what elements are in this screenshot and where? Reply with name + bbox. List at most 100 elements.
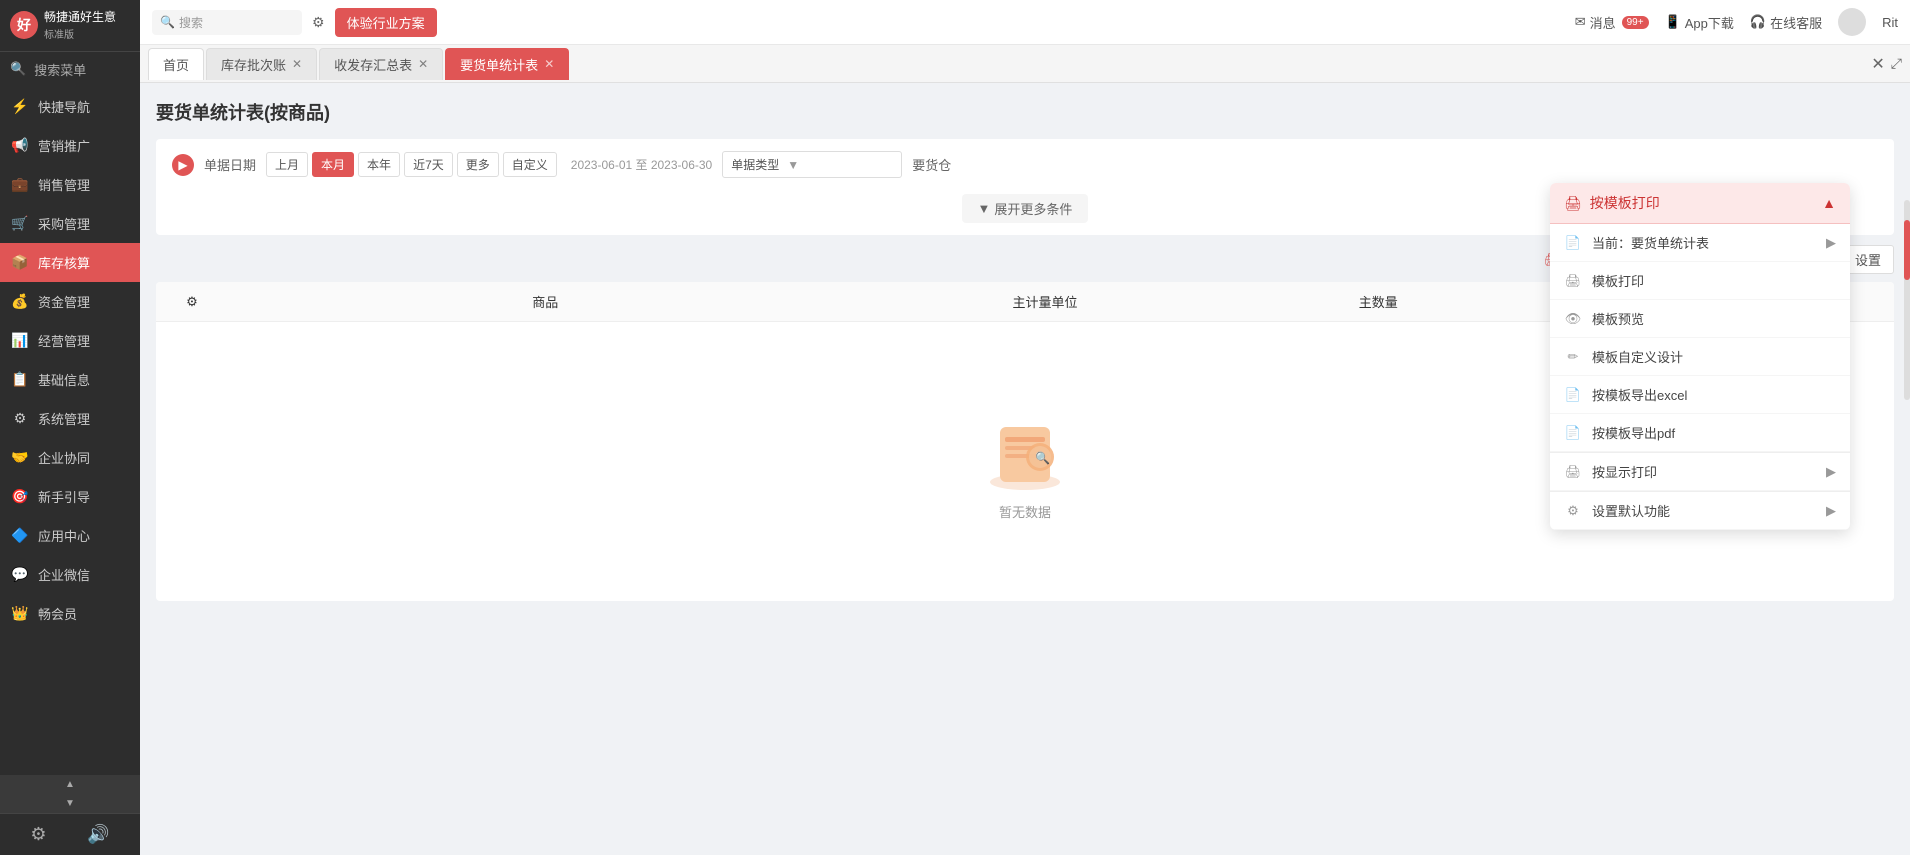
sidebar-item-newbie[interactable]: 🎯 新手引导 — [0, 477, 140, 516]
filter-expand-btn[interactable]: ▶ — [172, 154, 194, 176]
template-preview-icon: 👁 — [1564, 311, 1582, 327]
tab-label-receipt-summary: 收发存汇总表 — [334, 55, 412, 74]
right-scrollbar[interactable] — [1904, 200, 1910, 400]
user-avatar[interactable] — [1838, 8, 1866, 36]
sidebar-item-member[interactable]: 👑 畅会员 — [0, 594, 140, 633]
sidebar-item-sales[interactable]: 💼 销售管理 — [0, 165, 140, 204]
dropdown-item-template-print[interactable]: 🖨 模板打印 — [1550, 262, 1850, 300]
app-download-icon: 📱 — [1665, 14, 1681, 30]
sidebar-search[interactable]: 🔍 搜索菜单 — [0, 52, 140, 87]
online-service-label: 在线客服 — [1770, 13, 1822, 32]
dropdown-item-default-fn[interactable]: ⚙ 设置默认功能 ▶ — [1550, 491, 1850, 530]
sidebar-scroll-down[interactable]: ▼ — [0, 794, 140, 813]
tab-order-stats[interactable]: 要货单统计表✕ — [445, 48, 569, 80]
sidebar-item-finance[interactable]: 💰 资金管理 — [0, 282, 140, 321]
expand-window-btn[interactable]: ⤢ — [1891, 55, 1902, 72]
topbar-gear-icon[interactable]: ⚙ — [312, 14, 325, 31]
message-label: 消息 — [1590, 13, 1616, 32]
doc-type-filter[interactable]: 单据类型 ▼ — [722, 151, 902, 178]
apps-icon: 🔷 — [10, 527, 30, 544]
dropdown-chevron-up[interactable]: ▲ — [1822, 195, 1836, 211]
date-btn-4[interactable]: 更多 — [457, 152, 499, 177]
sidebar-logo: 好 畅捷通好生意 标准版 — [0, 0, 140, 52]
expand-more-label: 展开更多条件 — [994, 199, 1072, 218]
purchase-label: 采购管理 — [38, 214, 90, 233]
topbar-search-placeholder: 搜索 — [179, 14, 203, 31]
template-design-icon: ✏ — [1564, 349, 1582, 365]
current-template-item[interactable]: 📄 当前：要货单统计表 ▶ — [1550, 224, 1850, 262]
template-print-label: 模板打印 — [1592, 271, 1644, 290]
dropdown-item-template-pdf[interactable]: 📄 按模板导出pdf — [1550, 414, 1850, 452]
empty-text: 暂无数据 — [999, 502, 1051, 521]
template-pdf-label: 按模板导出pdf — [1592, 423, 1675, 442]
tab-close-order-stats[interactable]: ✕ — [544, 57, 554, 71]
online-service-action[interactable]: 🎧 在线客服 — [1750, 13, 1822, 32]
scrollbar-thumb — [1904, 220, 1910, 280]
sales-label: 销售管理 — [38, 175, 90, 194]
trial-btn[interactable]: 体验行业方案 — [335, 8, 437, 37]
sidebar-item-apps[interactable]: 🔷 应用中心 — [0, 516, 140, 555]
date-btn-3[interactable]: 近7天 — [404, 152, 453, 177]
chevron-down-icon: ▼ — [787, 158, 799, 172]
marketing-icon: 📢 — [10, 137, 30, 154]
settings-icon[interactable]: ⚙ — [30, 824, 46, 845]
dropdown-item-template-design[interactable]: ✏ 模板自定义设计 — [1550, 338, 1850, 376]
base-icon: 📋 — [10, 371, 30, 388]
sidebar-item-operations[interactable]: 📊 经营管理 — [0, 321, 140, 360]
sidebar-item-marketing[interactable]: 📢 营销推广 — [0, 126, 140, 165]
app-name: 畅捷通好生意 — [44, 10, 116, 26]
operations-icon: 📊 — [10, 332, 30, 349]
base-label: 基础信息 — [38, 370, 90, 389]
main-area: 🔍 搜索 ⚙ 体验行业方案 ✉ 消息 99+ 📱 App下载 🎧 在线客服 Ri… — [140, 0, 1910, 855]
inventory-label: 库存核算 — [38, 253, 90, 272]
sidebar-scroll-up[interactable]: ▲ — [0, 775, 140, 794]
dropdown-items: 🖨 模板打印 👁 模板预览 ✏ 模板自定义设计 📄 按模板导出excel 📄 按… — [1550, 262, 1850, 530]
audio-icon[interactable]: 🔊 — [87, 824, 109, 845]
message-action[interactable]: ✉ 消息 99+ — [1575, 13, 1649, 32]
topbar-search[interactable]: 🔍 搜索 — [152, 10, 302, 35]
app-download-action[interactable]: 📱 App下载 — [1665, 13, 1734, 32]
weixin-icon: 💬 — [10, 566, 30, 583]
tab-receipt-summary[interactable]: 收发存汇总表 ✕ — [319, 48, 443, 80]
dropdown-item-template-preview[interactable]: 👁 模板预览 — [1550, 300, 1850, 338]
current-template-label: 当前：要货单统计表 — [1592, 233, 1709, 252]
sidebar-item-inventory[interactable]: 📦 库存核算 — [0, 243, 140, 282]
date-btn-5[interactable]: 自定义 — [503, 152, 557, 177]
date-filter-label: 单据日期 — [204, 155, 256, 174]
current-template-icon: 📄 — [1564, 235, 1582, 251]
tab-close-inventory-batch[interactable]: ✕ — [292, 57, 302, 71]
date-btn-1[interactable]: 本月 — [312, 152, 354, 177]
app-download-label: App下载 — [1685, 13, 1734, 32]
date-btn-0[interactable]: 上月 — [266, 152, 308, 177]
default-fn-content: ⚙ 设置默认功能 — [1564, 501, 1670, 520]
sidebar-item-collab[interactable]: 🤝 企业协同 — [0, 438, 140, 477]
tab-close-receipt-summary[interactable]: ✕ — [418, 57, 428, 71]
th-checkbox: ⚙ — [172, 294, 212, 310]
close-window-btn[interactable]: ✕ — [1871, 54, 1884, 74]
tab-label-home: 首页 — [163, 55, 189, 74]
date-btn-2[interactable]: 本年 — [358, 152, 400, 177]
tab-home[interactable]: 首页 — [148, 48, 204, 80]
sidebar-item-weixin[interactable]: 💬 企业微信 — [0, 555, 140, 594]
message-icon: ✉ — [1575, 14, 1586, 30]
tab-inventory-batch[interactable]: 库存批次账✕ — [206, 48, 317, 80]
print-dropdown-title: 按模板打印 — [1590, 193, 1660, 213]
expand-more-btn[interactable]: ▼ 展开更多条件 — [962, 194, 1089, 223]
default-fn-label: 设置默认功能 — [1592, 501, 1670, 520]
th-product: 商品 — [212, 292, 878, 311]
page-content: 要货单统计表(按商品) ▶ 单据日期 上月本月本年近7天更多自定义 2023-0… — [140, 83, 1910, 855]
print-icon: 🖨 — [1564, 195, 1582, 212]
template-preview-label: 模板预览 — [1592, 309, 1644, 328]
sidebar-item-quick-nav[interactable]: ⚡ 快捷导航 — [0, 87, 140, 126]
message-badge: 99+ — [1622, 16, 1649, 29]
apps-label: 应用中心 — [38, 526, 90, 545]
display-print-label: 按显示打印 — [1592, 462, 1657, 481]
dropdown-item-template-excel[interactable]: 📄 按模板导出excel — [1550, 376, 1850, 414]
doc-type-label: 单据类型 — [731, 156, 779, 173]
sidebar-item-purchase[interactable]: 🛒 采购管理 — [0, 204, 140, 243]
system-icon: ⚙ — [10, 410, 30, 427]
print-dropdown-header: 🖨 按模板打印 ▲ — [1550, 183, 1850, 224]
dropdown-item-display-print[interactable]: 🖨 按显示打印 ▶ — [1550, 452, 1850, 491]
sidebar-item-base[interactable]: 📋 基础信息 — [0, 360, 140, 399]
sidebar-item-system[interactable]: ⚙ 系统管理 — [0, 399, 140, 438]
